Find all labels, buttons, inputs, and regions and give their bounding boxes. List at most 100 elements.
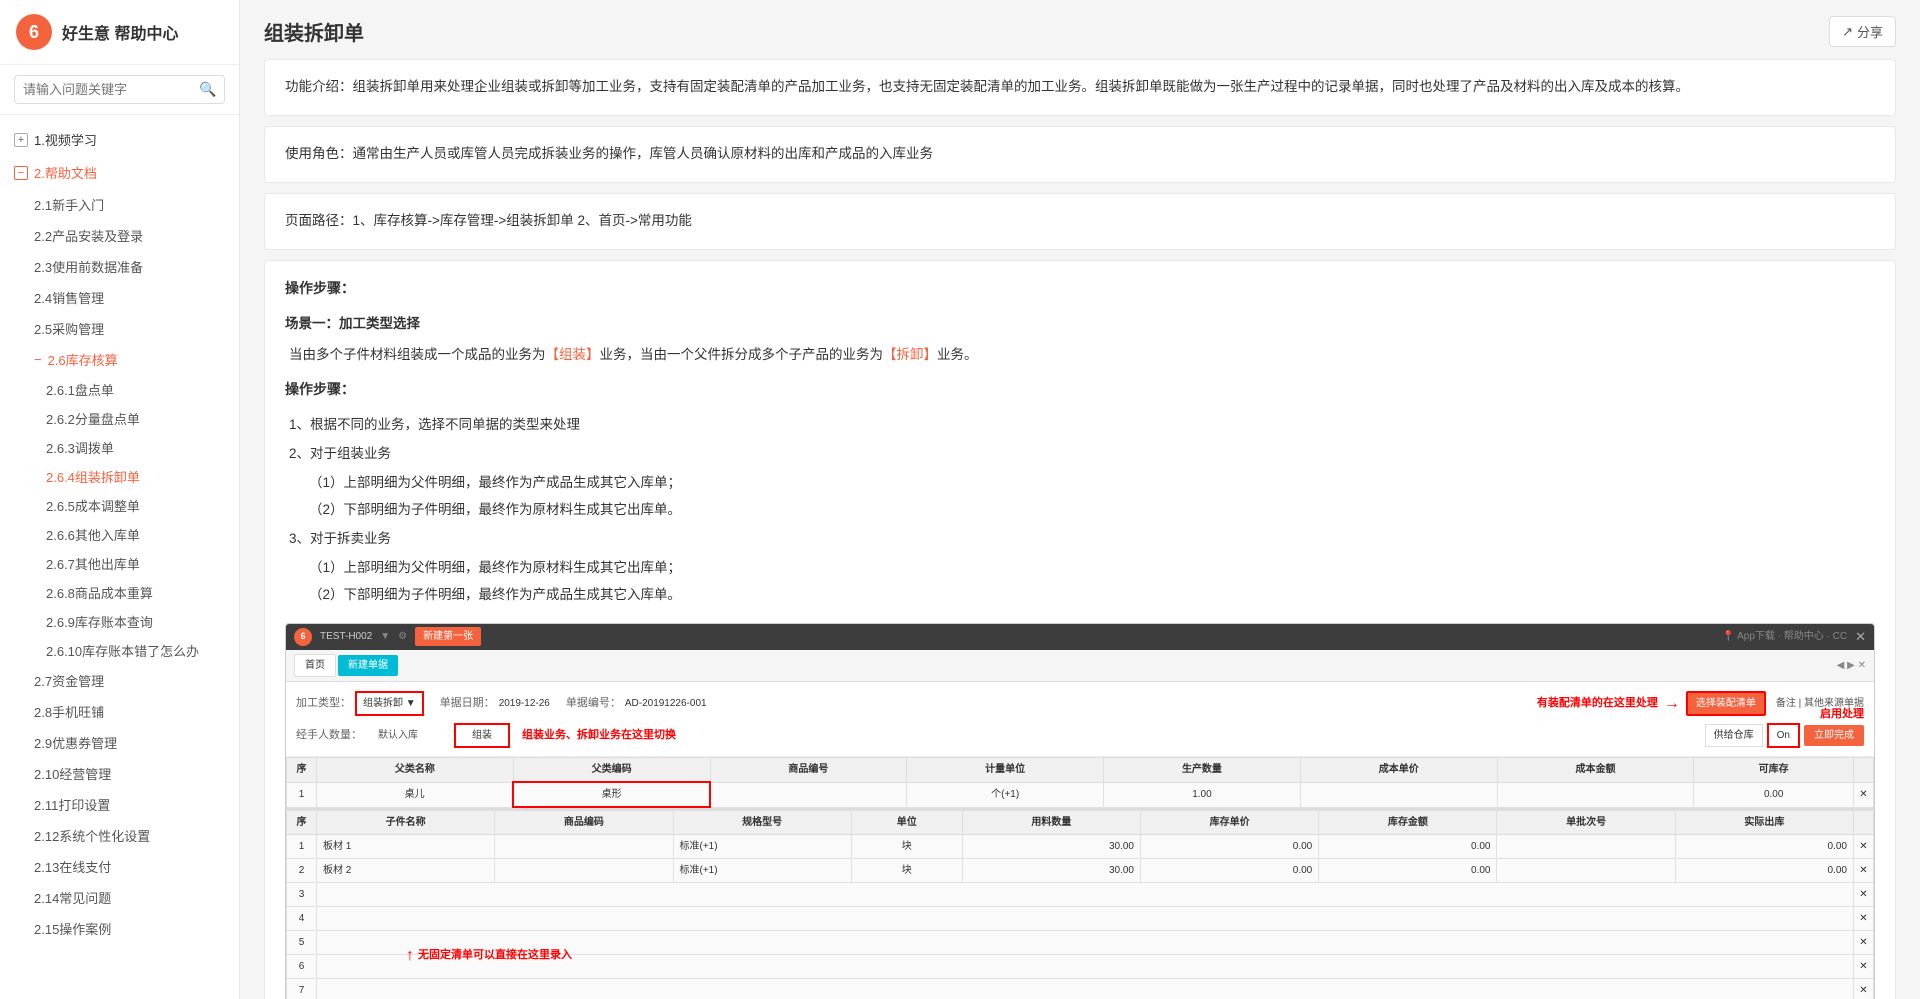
app-type-input[interactable]: 组装拆卸 ▼ [355, 691, 424, 716]
sidebar-item-2-6-9[interactable]: 2.6.9库存账本查询 [0, 607, 239, 636]
app-dropdown-icon[interactable]: ▼ [380, 628, 390, 645]
sidebar: 6 好生意 帮助中心 🔍 + 1.视频学习 − 2.帮助文档 2.1新手入门 [0, 0, 240, 999]
step2-sub1: （1）上部明细为父件明细，最终作为产成品生成其它入库单； [285, 472, 1875, 495]
td-goods-1 [710, 782, 907, 807]
sub-td-del-4[interactable]: ✕ [1854, 907, 1874, 931]
search-icon[interactable]: 🔍 [199, 81, 216, 98]
td-del-1[interactable]: ✕ [1854, 782, 1874, 807]
sub-td-del-7[interactable]: ✕ [1854, 979, 1874, 999]
sidebar-label-2-6-9: 2.6.9库存账本查询 [46, 615, 153, 630]
share-button[interactable]: ↗ 分享 [1829, 16, 1896, 47]
td-name-1: 桌儿 [317, 782, 514, 807]
sidebar-label-2-8: 2.8手机旺铺 [34, 705, 104, 720]
app-new-btn[interactable]: 新建第一张 [415, 627, 481, 646]
sidebar-item-2-6-10[interactable]: 2.6.10库存账本错了怎么办 [0, 636, 239, 665]
sidebar-item-2-10[interactable]: 2.10经营管理 [0, 758, 239, 789]
sidebar-item-2-6-1[interactable]: 2.6.1盘点单 [0, 375, 239, 404]
th-sub-inv-amount: 库存金额 [1319, 811, 1497, 835]
sidebar-label-2-7: 2.7资金管理 [34, 674, 104, 689]
app-business-toggle[interactable]: 组装 [454, 723, 510, 748]
app-warehouse-search[interactable]: 供给仓库 [1705, 724, 1763, 747]
sidebar-label-2-6: 2.6库存核算 [48, 350, 118, 369]
tag-disassembly: 【拆卸】 [883, 347, 937, 362]
th-produce-qty: 生产数量 [1104, 758, 1301, 783]
sidebar-item-2-2[interactable]: 2.2产品安装及登录 [0, 220, 239, 251]
app-icons-right: 📍 App下载 · 帮助中心 · CC [1722, 628, 1847, 645]
sub-td-del-5[interactable]: ✕ [1854, 931, 1874, 955]
sub-td-del-2[interactable]: ✕ [1854, 859, 1874, 883]
sidebar-item-2-9[interactable]: 2.9优惠券管理 [0, 727, 239, 758]
app-tab-active[interactable]: 新建单据 [338, 655, 398, 676]
sub-td-seq-5: 5 [287, 931, 317, 955]
sidebar-item-2-5[interactable]: 2.5采购管理 [0, 313, 239, 344]
sidebar-item-2[interactable]: − 2.帮助文档 [0, 156, 239, 189]
sidebar-item-2-6-7[interactable]: 2.6.7其他出库单 [0, 549, 239, 578]
sub-td-del-1[interactable]: ✕ [1854, 835, 1874, 859]
th-seq-upper: 序 [287, 758, 317, 783]
sub-td-unit-2: 块 [851, 859, 962, 883]
annotation-nolist: ↑ 无固定清单可以直接在这里录入 [406, 942, 572, 969]
sidebar-item-2-14[interactable]: 2.14常见问题 [0, 882, 239, 913]
sidebar-label-2-5: 2.5采购管理 [34, 322, 104, 337]
sidebar-label-2-2: 2.2产品安装及登录 [34, 229, 143, 244]
sidebar-item-2-6-8[interactable]: 2.6.8商品成本重算 [0, 578, 239, 607]
sidebar-item-2-11[interactable]: 2.11打印设置 [0, 789, 239, 820]
sidebar-label-2-14: 2.14常见问题 [34, 891, 111, 906]
sidebar-item-2-6-3[interactable]: 2.6.3调拨单 [0, 433, 239, 462]
sidebar-item-2-15[interactable]: 2.15操作案例 [0, 913, 239, 944]
app-type-label: 加工类型： [296, 694, 351, 713]
step3-sub1: （1）上部明细为父件明细，最终作为原材料生成其它出库单； [285, 557, 1875, 580]
sidebar-item-2-6-6[interactable]: 2.6.6其他入库单 [0, 520, 239, 549]
sub-td-del-3[interactable]: ✕ [1854, 883, 1874, 907]
td-code-value: 桌形 [602, 789, 622, 800]
step2: 2、对于组装业务 [285, 443, 1875, 466]
sub-td-name-1: 板材 1 [317, 835, 495, 859]
sidebar-label-2-6-7: 2.6.7其他出库单 [46, 557, 140, 572]
sidebar-item-2-3[interactable]: 2.3使用前数据准备 [0, 251, 239, 282]
sidebar-item-2-8[interactable]: 2.8手机旺铺 [0, 696, 239, 727]
td-seq-1: 1 [287, 782, 317, 807]
th-parent-code: 父类编码 [513, 758, 710, 783]
app-logo-icon: 6 [294, 628, 312, 646]
sidebar-item-2-6-2[interactable]: 2.6.2分量盘点单 [0, 404, 239, 433]
app-save-btn[interactable]: 立即完成 [1804, 725, 1864, 746]
search-box[interactable]: 🔍 [14, 75, 225, 104]
sidebar-item-2-4[interactable]: 2.4销售管理 [0, 282, 239, 313]
sub-td-seq-4: 4 [287, 907, 317, 931]
steps-card: 操作步骤： 场景一：加工类型选择 当由多个子件材料组装成一个成品的业务为【组装】… [264, 260, 1896, 999]
app-process-toggle[interactable]: On [1767, 723, 1800, 748]
sub-td-seq-3: 3 [287, 883, 317, 907]
sidebar-label-2-15: 2.15操作案例 [34, 922, 111, 937]
sidebar-item-2-1[interactable]: 2.1新手入门 [0, 189, 239, 220]
sidebar-item-2-6-4[interactable]: 2.6.4组装拆卸单 [0, 462, 239, 491]
sidebar-item-2-7[interactable]: 2.7资金管理 [0, 665, 239, 696]
th-cost-amount: 成本金额 [1497, 758, 1694, 783]
annotation-business: 组装业务、拆卸业务在这里切换 [522, 726, 676, 745]
annotation-process: 启用处理 [1820, 705, 1864, 724]
app-select-bom-btn[interactable]: 选择装配清单 [1686, 691, 1766, 716]
th-sub-inv-price: 库存单价 [1140, 811, 1318, 835]
sidebar-item-1[interactable]: + 1.视频学习 [0, 123, 239, 156]
sub-td-amount-1: 0.00 [1319, 835, 1497, 859]
scenario1-title: 场景一：加工类型选择 [285, 313, 1875, 336]
search-warehouse-label: 供给仓库 [1714, 727, 1754, 744]
path-text: 页面路径：1、库存核算->库存管理->组装拆卸单 2、首页->常用功能 [285, 213, 692, 228]
scenario1-desc: 当由多个子件材料组装成一个成品的业务为【组装】业务，当由一个父件拆分成多个子产品… [285, 344, 1875, 367]
th-cost-price: 成本单价 [1300, 758, 1497, 783]
td-code-1[interactable]: 桌形 [513, 782, 710, 807]
sidebar-item-2-6-5[interactable]: 2.6.5成本调整单 [0, 491, 239, 520]
sidebar-label-2-3: 2.3使用前数据准备 [34, 260, 143, 275]
sidebar-item-2-12[interactable]: 2.12系统个性化设置 [0, 820, 239, 851]
sub-td-actual-1: 0.00 [1675, 835, 1853, 859]
app-close-icon[interactable]: ✕ [1855, 626, 1866, 648]
step3-sub2: （2）下部明细为子件明细，最终作为产成品生成其它入库单。 [285, 584, 1875, 607]
sidebar-label-2-9: 2.9优惠券管理 [34, 736, 117, 751]
sidebar-item-2-6[interactable]: − 2.6库存核算 [0, 344, 239, 375]
td-produce-1: 1.00 [1104, 782, 1301, 807]
app-tab-home[interactable]: 首页 [294, 654, 336, 677]
sub-td-seq-1: 1 [287, 835, 317, 859]
sidebar-item-2-13[interactable]: 2.13在线支付 [0, 851, 239, 882]
sub-td-del-6[interactable]: ✕ [1854, 955, 1874, 979]
search-input[interactable] [23, 82, 199, 97]
sub-td-empty-4 [317, 907, 1854, 931]
